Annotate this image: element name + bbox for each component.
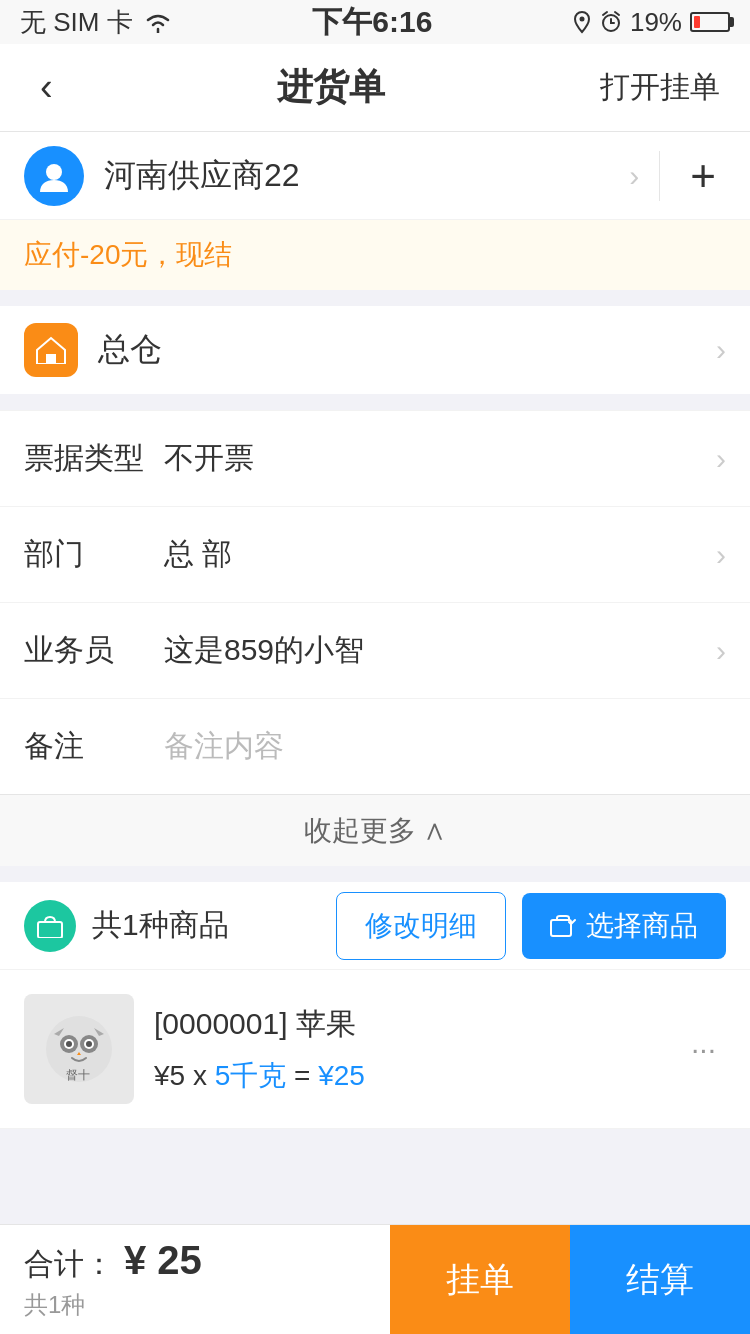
svg-point-2: [46, 164, 62, 180]
alert-banner: 应付-20元，现结: [0, 220, 750, 290]
select-icon: [550, 915, 576, 937]
alarm-icon: [600, 10, 622, 34]
svg-point-11: [66, 1041, 72, 1047]
supplier-avatar: [24, 146, 84, 206]
form-row-remark[interactable]: 备注 备注内容: [0, 698, 750, 794]
battery-icon: [690, 12, 730, 32]
product-section: 共1种商品 修改明细 选择商品: [0, 882, 750, 1129]
form-row-salesperson[interactable]: 业务员 这是859的小智 ›: [0, 602, 750, 698]
collapse-row[interactable]: 收起更多 ∧: [0, 794, 750, 866]
total-amount: ¥ 25: [124, 1238, 202, 1283]
page-title: 进货单: [277, 63, 385, 112]
product-more-button[interactable]: ···: [681, 1022, 726, 1076]
salesperson-chevron-icon: ›: [716, 634, 726, 668]
nav-bar: ‹ 进货单 打开挂单: [0, 44, 750, 132]
quantity-text: 5千克: [215, 1060, 287, 1091]
remark-placeholder: 备注内容: [164, 726, 726, 767]
divider: [659, 151, 660, 201]
warehouse-card[interactable]: 总仓 ›: [0, 306, 750, 394]
salesperson-value: 这是859的小智: [164, 630, 716, 671]
product-info: [0000001] 苹果 ¥5 x 5千克 = ¥25: [154, 1004, 681, 1095]
hold-order-label: 挂单: [446, 1257, 514, 1303]
svg-rect-3: [46, 354, 56, 364]
select-product-button[interactable]: 选择商品: [522, 893, 726, 959]
svg-text:督十: 督十: [66, 1068, 90, 1082]
svg-point-0: [579, 17, 584, 22]
supplier-name: 河南供应商22: [104, 154, 629, 198]
hold-order-button[interactable]: 挂单: [390, 1225, 570, 1335]
shopping-bag-icon: [36, 914, 64, 938]
content: 河南供应商22 › + 应付-20元，现结 总仓 › 票据类型 不开票 ›: [0, 132, 750, 1265]
battery-percent: 19%: [630, 7, 682, 38]
product-thumbnail: 督十: [24, 994, 134, 1104]
back-button[interactable]: ‹: [30, 56, 63, 119]
collapse-label: 收起更多 ∧: [304, 812, 447, 850]
bottom-bar: 合计： ¥ 25 共1种 挂单 结算: [0, 1224, 750, 1334]
equals-text: =: [286, 1060, 318, 1091]
location-icon: [572, 10, 592, 34]
form-row-department[interactable]: 部门 总 部 ›: [0, 506, 750, 602]
status-time: 下午6:16: [312, 2, 432, 43]
supplier-row[interactable]: 河南供应商22 › +: [0, 132, 750, 220]
warehouse-icon: [24, 323, 78, 377]
total-row: 合计： ¥ 25: [24, 1238, 366, 1285]
open-hold-button[interactable]: 打开挂单: [600, 67, 720, 108]
total-text: ¥25: [318, 1060, 365, 1091]
alert-text: 应付-20元，现结: [24, 239, 232, 270]
department-label: 部门: [24, 534, 164, 575]
total-section: 合计： ¥ 25 共1种: [0, 1238, 390, 1321]
svg-rect-5: [551, 920, 571, 936]
user-icon: [36, 158, 72, 194]
svg-rect-4: [38, 922, 62, 938]
status-bar: 无 SIM 卡 下午6:16 19%: [0, 0, 750, 44]
remark-label: 备注: [24, 726, 164, 767]
add-supplier-button[interactable]: +: [680, 141, 726, 211]
wifi-icon: [143, 11, 173, 33]
form-row-invoice-type[interactable]: 票据类型 不开票 ›: [0, 410, 750, 506]
cart-icon: [24, 900, 76, 952]
select-btn-label: 选择商品: [586, 907, 698, 945]
form-card: 票据类型 不开票 › 部门 总 部 › 业务员 这是859的小智 › 备注 备注…: [0, 410, 750, 866]
invoice-type-chevron-icon: ›: [716, 442, 726, 476]
invoice-type-value: 不开票: [164, 438, 716, 479]
owl-logo-icon: 督十: [44, 1014, 114, 1084]
checkout-button[interactable]: 结算: [570, 1225, 750, 1335]
product-header: 共1种商品 修改明细 选择商品: [0, 882, 750, 970]
edit-detail-button[interactable]: 修改明细: [336, 892, 506, 960]
price-text: ¥5 x: [154, 1060, 215, 1091]
checkout-label: 结算: [626, 1257, 694, 1303]
status-right: 19%: [572, 7, 730, 38]
total-label: 合计：: [24, 1244, 114, 1285]
warehouse-chevron-icon: ›: [716, 333, 726, 367]
svg-point-12: [86, 1041, 92, 1047]
department-chevron-icon: ›: [716, 538, 726, 572]
product-price: ¥5 x 5千克 = ¥25: [154, 1057, 681, 1095]
supplier-chevron-icon: ›: [629, 159, 639, 193]
carrier-label: 无 SIM 卡: [20, 5, 133, 40]
total-sub: 共1种: [24, 1289, 366, 1321]
department-value: 总 部: [164, 534, 716, 575]
invoice-type-label: 票据类型: [24, 438, 164, 479]
warehouse-name: 总仓: [98, 328, 716, 372]
status-left: 无 SIM 卡: [20, 5, 173, 40]
house-icon: [35, 336, 67, 364]
product-item: 督十 [0000001] 苹果 ¥5 x 5千克 = ¥25 ···: [0, 970, 750, 1129]
product-count: 共1种商品: [92, 905, 336, 946]
product-name: [0000001] 苹果: [154, 1004, 681, 1045]
supplier-card: 河南供应商22 › + 应付-20元，现结: [0, 132, 750, 290]
salesperson-label: 业务员: [24, 630, 164, 671]
warehouse-row[interactable]: 总仓 ›: [0, 306, 750, 394]
